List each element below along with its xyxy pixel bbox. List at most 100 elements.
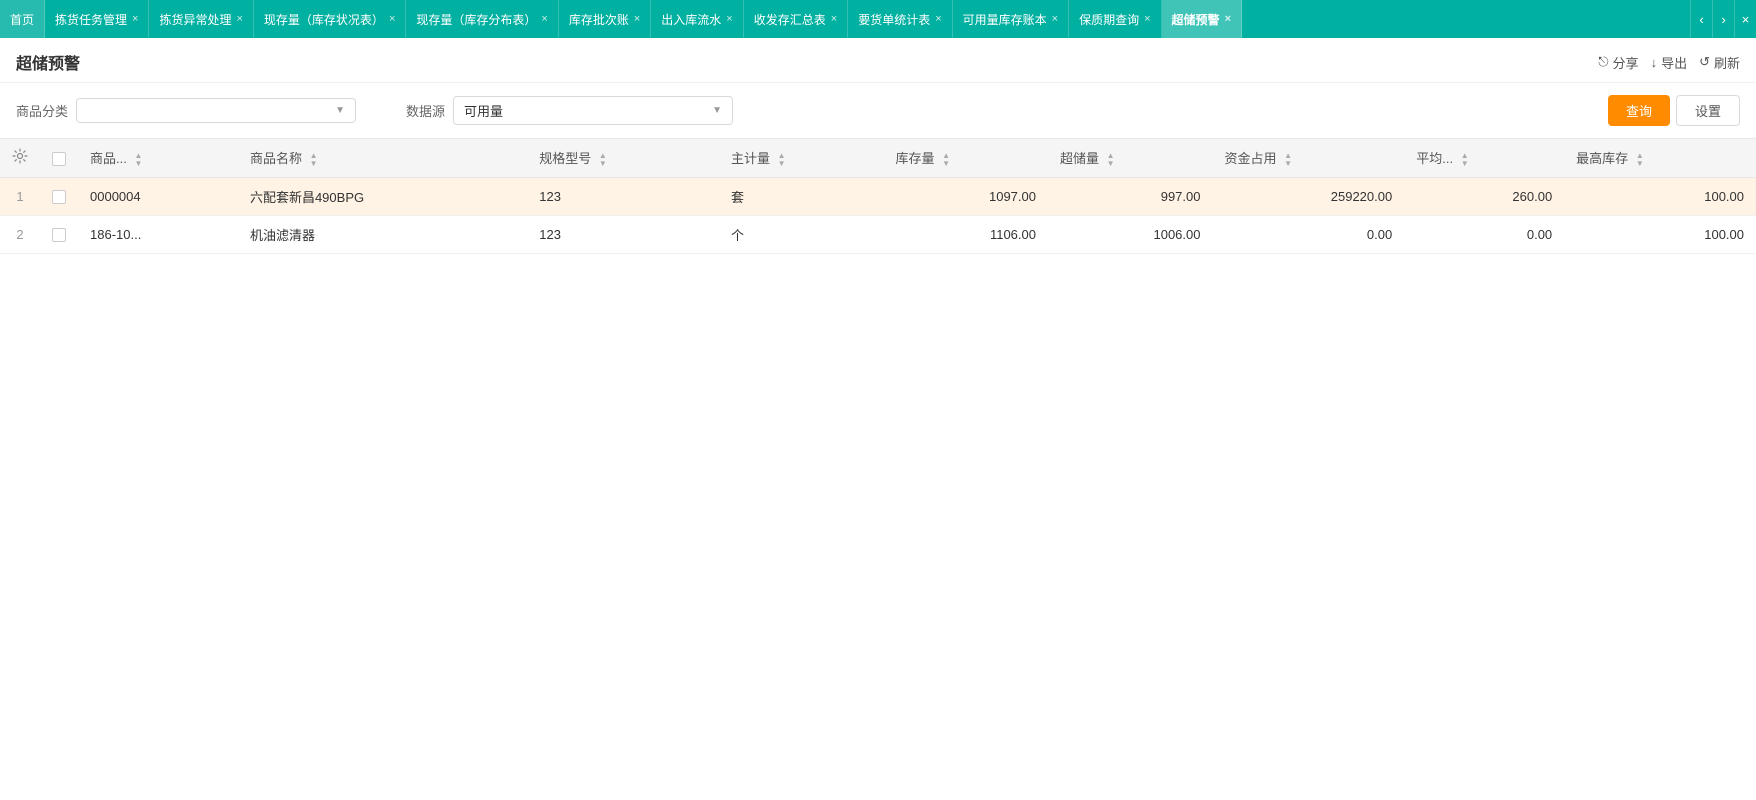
product-category-select[interactable]: ▼: [76, 98, 356, 123]
nav-close-arrow[interactable]: ×: [1734, 0, 1756, 38]
sort-icon-capital: ▲▼: [1284, 152, 1292, 168]
table-wrap: 商品... ▲▼ 商品名称 ▲▼ 规格型号 ▲▼ 主计量 ▲▼: [0, 138, 1756, 254]
sort-icon-stock: ▲▼: [942, 152, 950, 168]
export-button[interactable]: ↓ 导出: [1651, 53, 1688, 72]
share-button[interactable]: ⎋ 分享: [1598, 53, 1638, 72]
row-overstock-1: 997.00: [1048, 177, 1213, 215]
row-select-checkbox-1[interactable]: [52, 190, 66, 204]
close-tab-icon[interactable]: ×: [389, 13, 395, 25]
row-max-stock-2: 100.00: [1564, 215, 1756, 253]
th-avg-label: 平均...: [1416, 151, 1453, 166]
close-tab-icon[interactable]: ×: [541, 13, 547, 25]
sort-icon-avg: ▲▼: [1461, 152, 1469, 168]
sort-icon-product-name: ▲▼: [310, 152, 318, 168]
row-num-1: 1: [0, 177, 40, 215]
settings-gear-icon: [12, 148, 28, 164]
filter-actions: 查询 设置: [1608, 95, 1740, 126]
th-product-code[interactable]: 商品... ▲▼: [78, 139, 238, 178]
data-source-chevron: ▼: [712, 105, 722, 116]
nav-tab------[interactable]: 保质期查询×: [1069, 0, 1161, 38]
row-checkbox-1[interactable]: [40, 177, 78, 215]
nav-end: ‹ › ×: [1690, 0, 1756, 38]
row-spec-model-1: 123: [527, 177, 719, 215]
row-overstock-2: 1006.00: [1048, 215, 1213, 253]
th-avg[interactable]: 平均... ▲▼: [1404, 139, 1564, 178]
close-tab-icon[interactable]: ×: [1225, 13, 1231, 25]
select-all-checkbox[interactable]: [52, 152, 66, 166]
data-source-group: 数据源 可用量 ▼: [406, 96, 733, 125]
th-settings[interactable]: [0, 139, 40, 178]
close-tab-icon[interactable]: ×: [831, 13, 837, 25]
refresh-button[interactable]: ↺ 刷新: [1699, 53, 1740, 72]
query-button[interactable]: 查询: [1608, 95, 1670, 126]
th-unit[interactable]: 主计量 ▲▼: [719, 139, 884, 178]
row-avg-1: 260.00: [1404, 177, 1564, 215]
close-tab-icon[interactable]: ×: [1144, 13, 1150, 25]
row-avg-2: 0.00: [1404, 215, 1564, 253]
nav-tab-----[interactable]: 超储预警×: [1162, 0, 1242, 38]
th-max-stock[interactable]: 最高库存 ▲▼: [1564, 139, 1756, 178]
product-category-group: 商品分类 ▼: [16, 98, 356, 123]
sort-icon-unit: ▲▼: [778, 152, 786, 168]
row-stock-1: 1097.00: [883, 177, 1048, 215]
nav-tab--------[interactable]: 可用量库存账本×: [953, 0, 1069, 38]
th-capital[interactable]: 资金占用 ▲▼: [1212, 139, 1404, 178]
table-row: 1 0000004 六配套新昌490BPG 123 套 1097.00 997.…: [0, 177, 1756, 215]
th-product-name-label: 商品名称: [250, 151, 302, 166]
th-stock[interactable]: 库存量 ▲▼: [883, 139, 1048, 178]
close-tab-icon[interactable]: ×: [132, 13, 138, 25]
nav-tab-------[interactable]: 拣货任务管理×: [45, 0, 149, 38]
row-select-checkbox-2[interactable]: [52, 228, 66, 242]
data-source-label: 数据源: [406, 101, 445, 120]
nav-tab-------[interactable]: 收发存汇总表×: [744, 0, 848, 38]
close-tab-icon[interactable]: ×: [1052, 13, 1058, 25]
data-source-select[interactable]: 可用量 ▼: [453, 96, 733, 125]
th-overstock[interactable]: 超储量 ▲▼: [1048, 139, 1213, 178]
close-tab-icon[interactable]: ×: [726, 13, 732, 25]
header-actions: ⎋ 分享 ↓ 导出 ↺ 刷新: [1598, 53, 1740, 72]
row-unit-1: 套: [719, 177, 884, 215]
nav-tab-----------[interactable]: 现存量（库存分布表）×: [406, 0, 558, 38]
nav-next-arrow[interactable]: ›: [1712, 0, 1734, 38]
row-num-2: 2: [0, 215, 40, 253]
nav-tab-------[interactable]: 要货单统计表×: [848, 0, 952, 38]
close-tab-icon[interactable]: ×: [236, 13, 242, 25]
row-product-name-2: 机油滤清器: [238, 215, 527, 253]
row-max-stock-1: 100.00: [1564, 177, 1756, 215]
th-checkbox[interactable]: [40, 139, 78, 178]
main-table: 商品... ▲▼ 商品名称 ▲▼ 规格型号 ▲▼ 主计量 ▲▼: [0, 138, 1756, 254]
nav-prev-arrow[interactable]: ‹: [1690, 0, 1712, 38]
nav-tab------[interactable]: 库存批次账×: [559, 0, 651, 38]
row-checkbox-2[interactable]: [40, 215, 78, 253]
th-spec-model[interactable]: 规格型号 ▲▼: [527, 139, 719, 178]
product-category-label: 商品分类: [16, 101, 68, 120]
th-overstock-label: 超储量: [1060, 151, 1099, 166]
row-product-name-1: 六配套新昌490BPG: [238, 177, 527, 215]
page-content: 超储预警 ⎋ 分享 ↓ 导出 ↺ 刷新 商品分类 ▼ 数据源: [0, 38, 1756, 800]
export-icon: ↓: [1651, 55, 1658, 70]
filter-bar: 商品分类 ▼ 数据源 可用量 ▼ 查询 设置: [0, 83, 1756, 138]
nav-tab-------[interactable]: 拣货异常处理×: [149, 0, 253, 38]
table-header-row: 商品... ▲▼ 商品名称 ▲▼ 规格型号 ▲▼ 主计量 ▲▼: [0, 139, 1756, 178]
th-capital-label: 资金占用: [1224, 151, 1276, 166]
th-stock-label: 库存量: [895, 151, 934, 166]
row-spec-model-2: 123: [527, 215, 719, 253]
th-unit-label: 主计量: [731, 151, 770, 166]
th-spec-model-label: 规格型号: [539, 151, 591, 166]
row-product-code-2: 186-10...: [78, 215, 238, 253]
nav-tab------[interactable]: 出入库流水×: [651, 0, 743, 38]
nav-tab---[interactable]: 首页: [0, 0, 45, 38]
sort-icon-product-code: ▲▼: [134, 152, 142, 168]
th-max-stock-label: 最高库存: [1576, 151, 1628, 166]
row-capital-2: 0.00: [1212, 215, 1404, 253]
row-capital-1: 259220.00: [1212, 177, 1404, 215]
row-product-code-1: 0000004: [78, 177, 238, 215]
close-tab-icon[interactable]: ×: [634, 13, 640, 25]
data-source-value: 可用量: [464, 101, 503, 120]
product-category-value: [87, 103, 91, 118]
nav-tab-----------[interactable]: 现存量（库存状况表）×: [254, 0, 406, 38]
th-product-name[interactable]: 商品名称 ▲▼: [238, 139, 527, 178]
close-tab-icon[interactable]: ×: [935, 13, 941, 25]
settings-button[interactable]: 设置: [1676, 95, 1740, 126]
sort-icon-overstock: ▲▼: [1107, 152, 1115, 168]
